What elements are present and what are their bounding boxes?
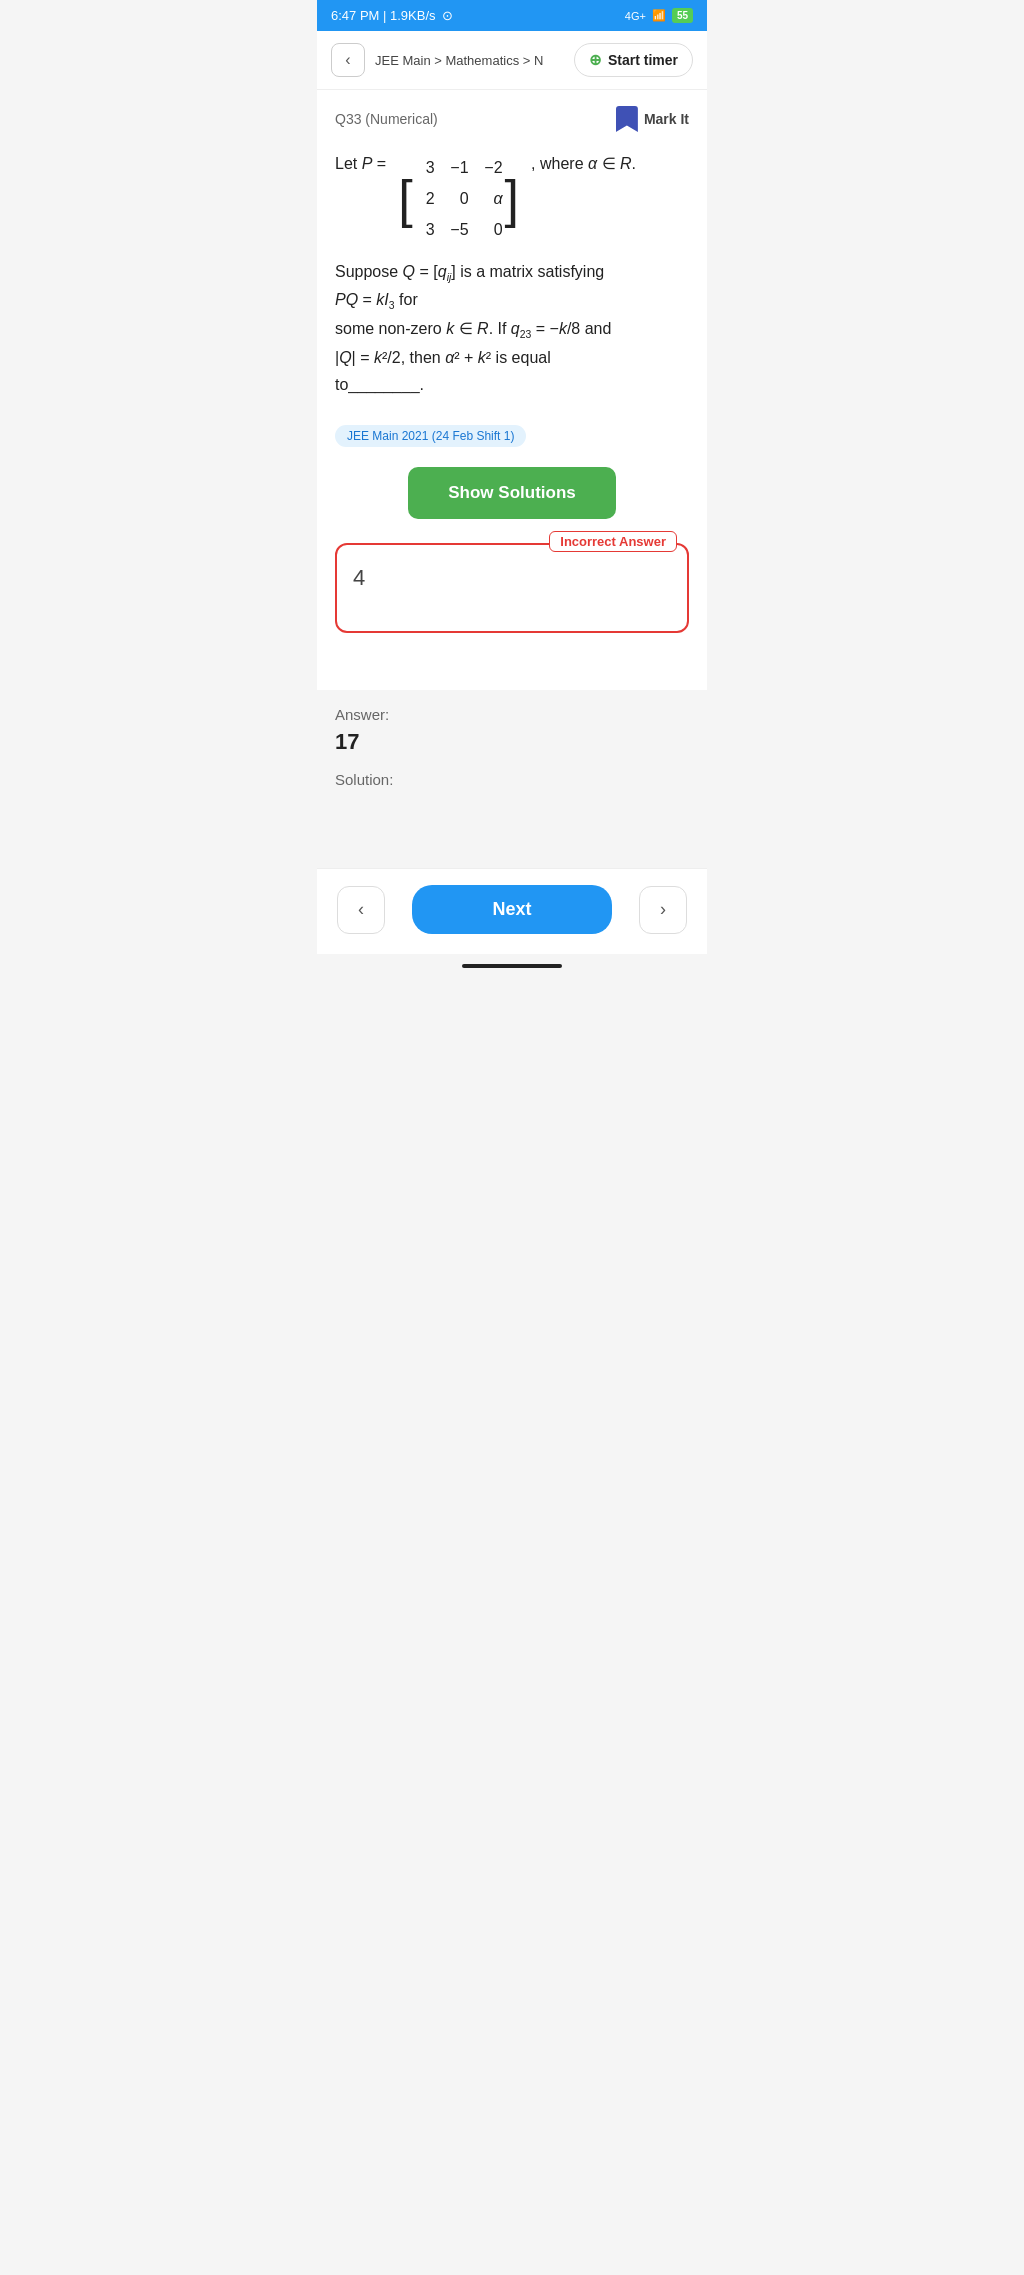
matrix-grid: 3 −1 −2 2 0 α 3 −5 0 bbox=[415, 150, 503, 248]
where-alpha: , where α ∈ R. bbox=[531, 150, 636, 177]
bottom-indicator bbox=[462, 964, 562, 968]
question-line-4: some non-zero k ∈ R. If q23 = −k/8 and bbox=[335, 315, 689, 344]
start-timer-button[interactable]: ⊕ Start timer bbox=[574, 43, 693, 77]
question-line-6: to________. bbox=[335, 371, 689, 398]
answer-value: 17 bbox=[335, 729, 689, 755]
answer-section: Answer: 17 Solution: bbox=[317, 690, 707, 788]
m22: 0 bbox=[449, 185, 469, 212]
m32: −5 bbox=[449, 216, 469, 243]
next-nav-button[interactable]: › bbox=[639, 886, 687, 934]
question-label: Q33 (Numerical) bbox=[335, 111, 438, 127]
answer-input-box[interactable]: 4 bbox=[335, 543, 689, 633]
network-type: 4G+ bbox=[625, 10, 646, 22]
question-line-3: PQ = kI3 for bbox=[335, 286, 689, 315]
answer-input-wrapper: Incorrect Answer 4 bbox=[335, 543, 689, 633]
battery-indicator: 55 bbox=[672, 8, 693, 23]
prev-nav-button[interactable]: ‹ bbox=[337, 886, 385, 934]
matrix-display: [ 3 −1 −2 2 0 α 3 −5 0 ] bbox=[398, 150, 519, 248]
mark-it-button[interactable]: Mark It bbox=[616, 106, 689, 132]
m12: −1 bbox=[449, 154, 469, 181]
mark-it-label: Mark It bbox=[644, 111, 689, 127]
question-line-2: Suppose Q = [qij] is a matrix satisfying bbox=[335, 258, 689, 287]
question-line-5: |Q| = k²/2, then α² + k² is equal bbox=[335, 344, 689, 371]
breadcrumb: JEE Main > Mathematics > N bbox=[375, 53, 564, 68]
status-right: 4G+ 📶 55 bbox=[625, 8, 693, 23]
bottom-nav: ‹ Next › bbox=[317, 868, 707, 954]
answer-label: Answer: bbox=[335, 706, 689, 723]
nav-header: ‹ JEE Main > Mathematics > N ⊕ Start tim… bbox=[317, 31, 707, 90]
back-button[interactable]: ‹ bbox=[331, 43, 365, 77]
show-solutions-button[interactable]: Show Solutions bbox=[408, 467, 616, 519]
next-icon: › bbox=[660, 899, 666, 920]
question-tag: JEE Main 2021 (24 Feb Shift 1) bbox=[335, 415, 689, 467]
time-display: 6:47 PM | 1.9KB/s bbox=[331, 8, 436, 23]
signal-bars-icon: 📶 bbox=[652, 9, 666, 22]
m21: 2 bbox=[415, 185, 435, 212]
incorrect-label: Incorrect Answer bbox=[549, 531, 677, 552]
solution-label: Solution: bbox=[335, 771, 689, 788]
m13: −2 bbox=[483, 154, 503, 181]
let-p-text: Let P = bbox=[335, 150, 386, 177]
back-icon: ‹ bbox=[345, 51, 350, 69]
timer-icon: ⊕ bbox=[589, 51, 602, 69]
status-bar: 6:47 PM | 1.9KB/s ⊙ 4G+ 📶 55 bbox=[317, 0, 707, 31]
question-header: Q33 (Numerical) Mark It bbox=[335, 106, 689, 132]
clock-icon: ⊙ bbox=[442, 8, 453, 23]
status-left: 6:47 PM | 1.9KB/s ⊙ bbox=[331, 8, 453, 23]
m11: 3 bbox=[415, 154, 435, 181]
tag-pill: JEE Main 2021 (24 Feb Shift 1) bbox=[335, 425, 526, 447]
m23: α bbox=[483, 185, 503, 212]
user-answer-value: 4 bbox=[353, 565, 365, 591]
left-bracket: [ bbox=[398, 173, 412, 225]
next-button[interactable]: Next bbox=[412, 885, 611, 934]
bookmark-icon bbox=[616, 106, 638, 132]
question-body: Let P = [ 3 −1 −2 2 0 α 3 −5 0 ] , where… bbox=[335, 150, 689, 399]
m33: 0 bbox=[483, 216, 503, 243]
right-bracket: ] bbox=[505, 173, 519, 225]
matrix-line: Let P = [ 3 −1 −2 2 0 α 3 −5 0 ] , where… bbox=[335, 150, 689, 248]
main-content: Q33 (Numerical) Mark It Let P = [ 3 −1 −… bbox=[317, 90, 707, 690]
timer-label: Start timer bbox=[608, 52, 678, 68]
m31: 3 bbox=[415, 216, 435, 243]
prev-icon: ‹ bbox=[358, 899, 364, 920]
